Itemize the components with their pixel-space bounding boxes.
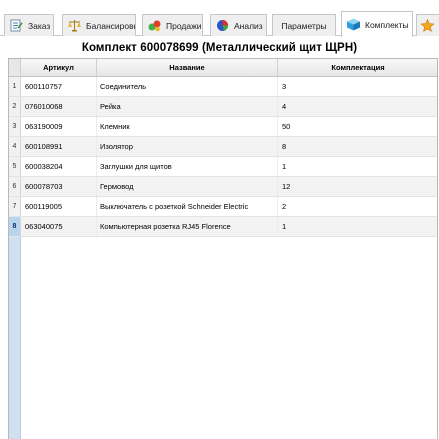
tab-kits[interactable]: Комплекты xyxy=(341,11,413,37)
star-icon xyxy=(420,19,435,32)
article-cell[interactable]: 063040075 xyxy=(21,217,97,236)
tab-sales[interactable]: Продажи xyxy=(142,14,203,36)
kit-quantity-cell[interactable]: 1 xyxy=(278,157,437,176)
row-number: 2 xyxy=(9,97,21,116)
name-cell[interactable]: Гермовод xyxy=(97,177,278,196)
row-number: 4 xyxy=(9,137,21,156)
tab-label: Заказ xyxy=(28,20,51,31)
kit-quantity-cell[interactable]: 2 xyxy=(278,197,437,216)
kit-components-table: Артикул Название Комплектация 1 60011075… xyxy=(8,58,438,439)
row-number: 1 xyxy=(9,77,21,96)
name-cell[interactable]: Заглушки для щитов xyxy=(97,157,278,176)
table-row[interactable]: 6 600078703 Гермовод 12 xyxy=(9,177,437,197)
selection-indicator xyxy=(9,237,21,439)
tab-favorites[interactable] xyxy=(416,14,439,36)
row-number: 5 xyxy=(9,157,21,176)
name-cell[interactable]: Клемник xyxy=(97,117,278,136)
tab-label: Анализ xyxy=(234,20,263,31)
table-row[interactable]: 7 600119005 Выключатель с розеткой Schne… xyxy=(9,197,437,217)
column-header-name[interactable]: Название xyxy=(97,59,278,76)
tab-order[interactable]: Заказ xyxy=(4,14,54,36)
row-number: 6 xyxy=(9,177,21,196)
tab-label: Параметры xyxy=(281,20,327,31)
article-cell[interactable]: 063190009 xyxy=(21,117,97,136)
article-cell[interactable]: 600110757 xyxy=(21,77,97,96)
name-cell[interactable]: Компьютерная розетка RJ45 Florence xyxy=(97,217,278,236)
kit-quantity-cell[interactable]: 1 xyxy=(278,217,437,236)
header-corner xyxy=(9,59,21,76)
kit-quantity-cell[interactable]: 8 xyxy=(278,137,437,156)
row-number: 8 xyxy=(9,217,21,236)
table-row[interactable]: 2 076010068 Рейка 4 xyxy=(9,97,437,117)
cube-icon xyxy=(347,18,360,31)
name-cell[interactable]: Соединитель xyxy=(97,77,278,96)
kit-quantity-cell[interactable]: 3 xyxy=(278,77,437,96)
table-row[interactable]: 8 063040075 Компьютерная розетка RJ45 Fl… xyxy=(9,217,437,237)
name-cell[interactable]: Изолятор xyxy=(97,137,278,156)
tab-parameters[interactable]: Параметры xyxy=(272,14,336,36)
column-header-kit[interactable]: Комплектация xyxy=(278,59,437,76)
row-number: 7 xyxy=(9,197,21,216)
tab-strip: Заказ Балансировка Продажи Анализ Параме… xyxy=(0,0,439,37)
name-cell[interactable]: Выключатель с розеткой Schneider Electri… xyxy=(97,197,278,216)
table-row[interactable]: 1 600110757 Соединитель 3 xyxy=(9,77,437,97)
article-cell[interactable]: 600038204 xyxy=(21,157,97,176)
sales-chart-icon xyxy=(148,20,161,32)
article-cell[interactable]: 600119005 xyxy=(21,197,97,216)
column-header-article[interactable]: Артикул xyxy=(21,59,97,76)
kit-quantity-cell[interactable]: 12 xyxy=(278,177,437,196)
row-number: 3 xyxy=(9,117,21,136)
table-row[interactable]: 5 600038204 Заглушки для щитов 1 xyxy=(9,157,437,177)
kit-title: Комплект 600078699 (Металлический щит ЩР… xyxy=(81,42,358,54)
kit-quantity-cell[interactable]: 4 xyxy=(278,97,437,116)
article-cell[interactable]: 600108991 xyxy=(21,137,97,156)
article-cell[interactable]: 600078703 xyxy=(21,177,97,196)
article-cell[interactable]: 076010068 xyxy=(21,97,97,116)
kit-quantity-cell[interactable]: 50 xyxy=(278,117,437,136)
order-doc-icon xyxy=(10,19,23,32)
table-row[interactable]: 3 063190009 Клемник 50 xyxy=(9,117,437,137)
tab-balancing[interactable]: Балансировка xyxy=(62,14,136,36)
table-row[interactable]: 4 600108991 Изолятор 8 xyxy=(9,137,437,157)
name-cell[interactable]: Рейка xyxy=(97,97,278,116)
pie-chart-icon xyxy=(217,20,228,31)
tab-label: Комплекты xyxy=(365,19,409,30)
tab-label: Балансировка xyxy=(86,20,135,31)
table-header: Артикул Название Комплектация xyxy=(9,59,437,77)
scales-icon xyxy=(68,20,81,32)
tab-analysis[interactable]: Анализ xyxy=(210,14,267,36)
tab-label: Продажи xyxy=(166,20,202,31)
